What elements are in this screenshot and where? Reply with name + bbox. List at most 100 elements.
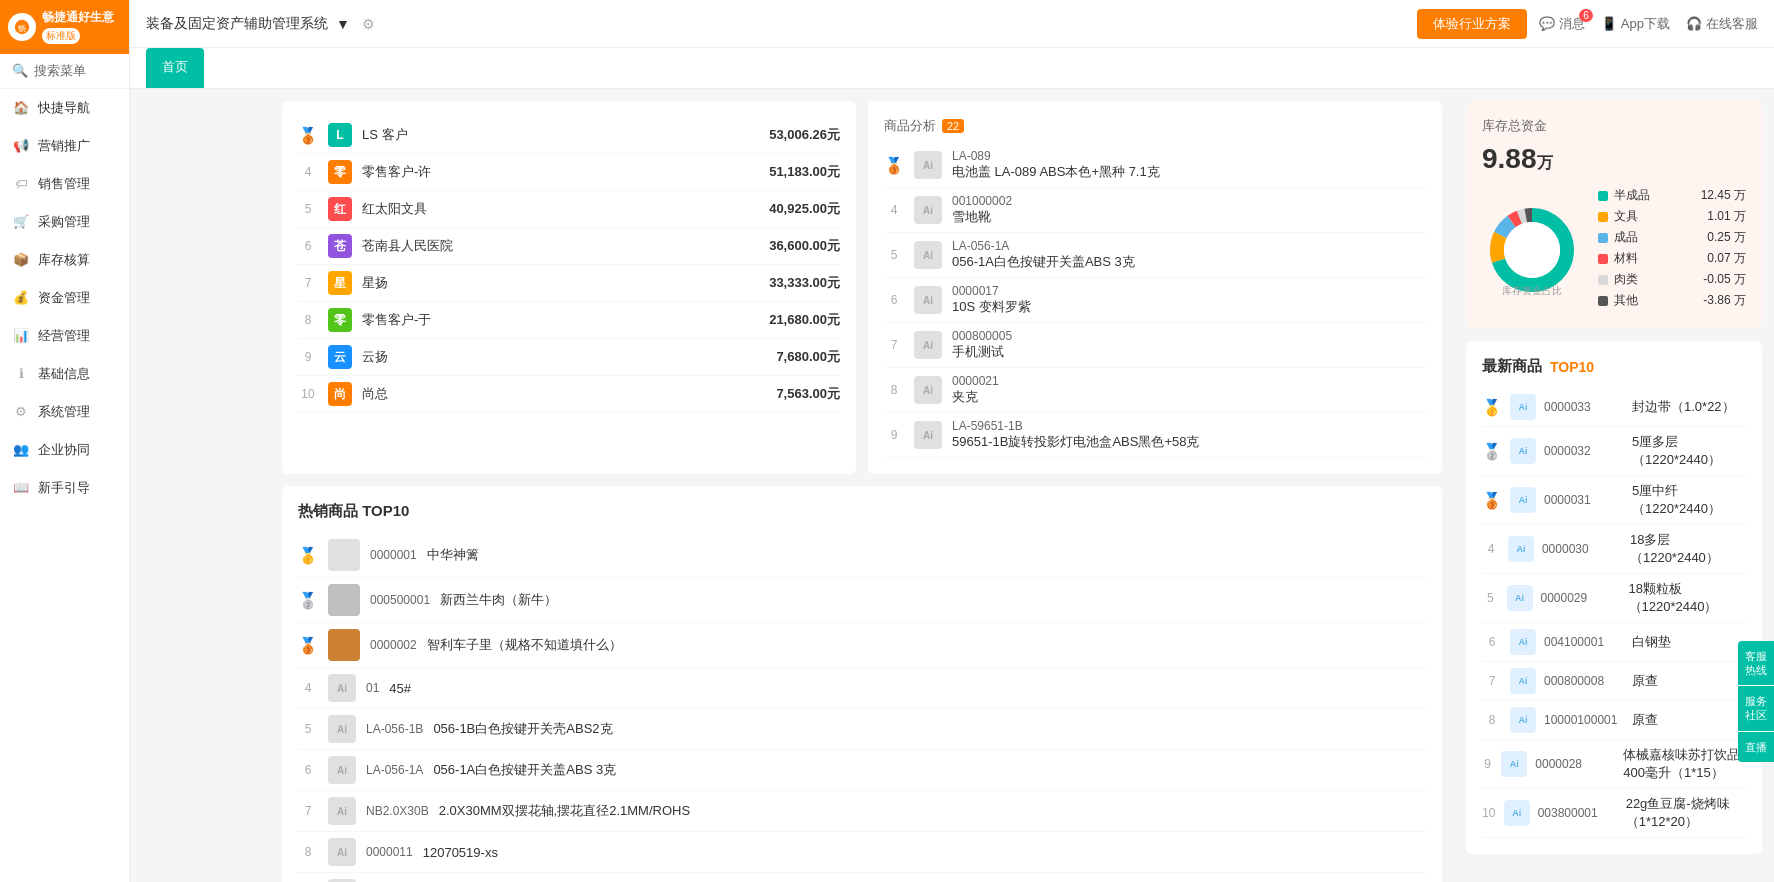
home-icon: 🏠: [12, 99, 30, 117]
trial-button[interactable]: 体验行业方案: [1417, 9, 1527, 39]
megaphone-icon: 📢: [12, 137, 30, 155]
newest-item: 9 Ai 0000028 体械嘉核味苏打饮品400毫升（1*15）: [1482, 740, 1746, 789]
customer-value: 40,925.00元: [769, 200, 840, 218]
product-name: 45#: [389, 681, 411, 696]
customer-avatar: 尚: [328, 382, 352, 406]
rank-item: 4 零 零售客户-许 51,183.00元: [298, 154, 840, 191]
medal-icon: 🥉: [298, 126, 318, 145]
customer-rank-list: 🥉 L LS 客户 53,006.26元 4 零 零售客户-许 51,183.0…: [298, 117, 840, 413]
dropdown-arrow[interactable]: ▼: [336, 16, 350, 32]
legend-color-dot: [1598, 191, 1608, 201]
cs-float-panel: 客服热线 服务社区 直播: [1738, 641, 1774, 762]
customer-avatar: 零: [328, 308, 352, 332]
product-name: 056-1A白色按键开关盖ABS 3克: [433, 761, 616, 779]
product-icon: Ai: [914, 331, 942, 359]
product-code: 001000002: [952, 194, 1012, 208]
sidebar-item-system[interactable]: ⚙ 系统管理: [0, 393, 129, 431]
rank-item: 7 星 星扬 33,333.00元: [298, 265, 840, 302]
notification-icon: 💬: [1539, 16, 1555, 31]
brand-badge: 标准版: [42, 28, 80, 44]
product-icon: Ai: [914, 286, 942, 314]
search-label: 搜索菜单: [34, 62, 86, 80]
sidebar-item-base-info[interactable]: ℹ 基础信息: [0, 355, 129, 393]
cs-community-button[interactable]: 服务社区: [1738, 686, 1774, 731]
headset-icon: 🎧: [1686, 16, 1702, 31]
product-code: LA-056-1A: [366, 763, 423, 777]
notification-button[interactable]: 💬 消息 6: [1539, 15, 1585, 33]
rank-number: 5: [298, 202, 318, 216]
sidebar-item-guide[interactable]: 📖 新手引导: [0, 469, 129, 507]
customer-name: LS 客户: [362, 126, 759, 144]
legend-item: 肉类 -0.05 万: [1598, 271, 1746, 288]
chart-icon: 📊: [12, 327, 30, 345]
customer-avatar: 红: [328, 197, 352, 221]
product-sales-header: 商品分析 22: [884, 117, 1426, 135]
sidebar-item-inventory[interactable]: 📦 库存核算: [0, 241, 129, 279]
sidebar-item-enterprise[interactable]: 👥 企业协同: [0, 431, 129, 469]
newest-products-card: 最新商品 TOP10 🥇 Ai 0000033 封边带（1.0*22） 🥈 Ai…: [1466, 341, 1762, 854]
topbar: 装备及固定资产辅助管理系统 ▼ ⚙ 体验行业方案 💬 消息 6 📱 App下载 …: [130, 0, 1774, 48]
rank-item: 🥉 L LS 客户 53,006.26元: [298, 117, 840, 154]
newest-item: 🥉 Ai 0000031 5厘中纤（1220*2440）: [1482, 476, 1746, 525]
sidebar-item-sales[interactable]: 🏷 销售管理: [0, 165, 129, 203]
customer-avatar: L: [328, 123, 352, 147]
product-code: LA-089: [952, 149, 1160, 163]
product-code: 0000028: [1535, 757, 1615, 771]
sidebar-item-purchase[interactable]: 🛒 采购管理: [0, 203, 129, 241]
product-code: 0000031: [1544, 493, 1624, 507]
product-name: 体械嘉核味苏打饮品400毫升（1*15）: [1623, 746, 1746, 782]
gear-icon[interactable]: ⚙: [362, 16, 375, 32]
inventory-legend: 半成品 12.45 万 文具 1.01 万 成品 0.25 万: [1598, 187, 1746, 313]
tab-home[interactable]: 首页: [146, 48, 204, 88]
product-icon: Ai: [914, 196, 942, 224]
rank-number: 6: [298, 239, 318, 253]
cs-live-button[interactable]: 直播: [1738, 732, 1774, 762]
rank-number: 5: [884, 248, 904, 262]
legend-item: 文具 1.01 万: [1598, 208, 1746, 225]
sidebar-item-operations[interactable]: 📊 经营管理: [0, 317, 129, 355]
rank-number: 10: [298, 387, 318, 401]
medal-gold: 🥇: [298, 546, 318, 565]
product-icon: Ai: [1507, 585, 1533, 611]
product-code: 003800001: [1538, 806, 1618, 820]
notification-badge: 6: [1579, 9, 1593, 22]
online-service-button[interactable]: 🎧 在线客服: [1686, 15, 1758, 33]
cs-hotline-button[interactable]: 客服热线: [1738, 641, 1774, 686]
middle-panel: 🥉 L LS 客户 53,006.26元 4 零 零售客户-许 51,183.0…: [270, 89, 1454, 882]
hot-product-item: 🥉 0000002 智利车子里（规格不知道填什么）: [298, 623, 1426, 668]
rank-number: 9: [298, 350, 318, 364]
team-icon: 👥: [12, 441, 30, 459]
sidebar-item-marketing[interactable]: 📢 营销推广: [0, 127, 129, 165]
product-icon: Ai: [1510, 668, 1536, 694]
customer-name: 苍南县人民医院: [362, 237, 759, 255]
top-customers-card: 🥉 L LS 客户 53,006.26元 4 零 零售客户-许 51,183.0…: [282, 101, 856, 474]
brand-name: 畅捷通好生意: [42, 10, 114, 26]
sidebar-search[interactable]: 🔍 搜索菜单: [0, 54, 129, 89]
rank-item: 6 Ai 0000017 10S 变料罗紫: [884, 278, 1426, 323]
donut-chart: 库存资金占比: [1482, 200, 1582, 300]
product-code: 0000021: [952, 374, 999, 388]
legend-color-dot: [1598, 275, 1608, 285]
product-icon: Ai: [328, 715, 356, 743]
product-name: 夹克: [952, 388, 999, 406]
info-icon: ℹ: [12, 365, 30, 383]
rank-number: 8: [298, 845, 318, 859]
product-name: 智利车子里（规格不知道填什么）: [427, 636, 622, 654]
sidebar-item-nav[interactable]: 🏠 快捷导航: [0, 89, 129, 127]
sidebar-item-finance[interactable]: 💰 资金管理: [0, 279, 129, 317]
medal-bronze: 🥉: [298, 636, 318, 655]
product-name: 白钢垫: [1632, 633, 1671, 651]
main-area: 装备及固定资产辅助管理系统 ▼ ⚙ 体验行业方案 💬 消息 6 📱 App下载 …: [130, 0, 1774, 882]
customer-avatar: 零: [328, 160, 352, 184]
svg-point-9: [1504, 222, 1560, 278]
product-name: 原查: [1632, 711, 1658, 729]
customer-value: 33,333.00元: [769, 274, 840, 292]
product-code: 0000029: [1541, 591, 1621, 605]
app-download-button[interactable]: 📱 App下载: [1601, 15, 1670, 33]
legend-color-dot: [1598, 233, 1608, 243]
hot-product-item: 7 Ai NB2.0X30B 2.0X30MM双摆花轴,摆花直径2.1MM/RO…: [298, 791, 1426, 832]
customer-value: 51,183.00元: [769, 163, 840, 181]
legend-color-dot: [1598, 212, 1608, 222]
sidebar: 畅 畅捷通好生意 标准版 🔍 搜索菜单 🏠 快捷导航 📢 营销推广 🏷 销售管理…: [0, 0, 130, 882]
product-icon: Ai: [1510, 438, 1536, 464]
